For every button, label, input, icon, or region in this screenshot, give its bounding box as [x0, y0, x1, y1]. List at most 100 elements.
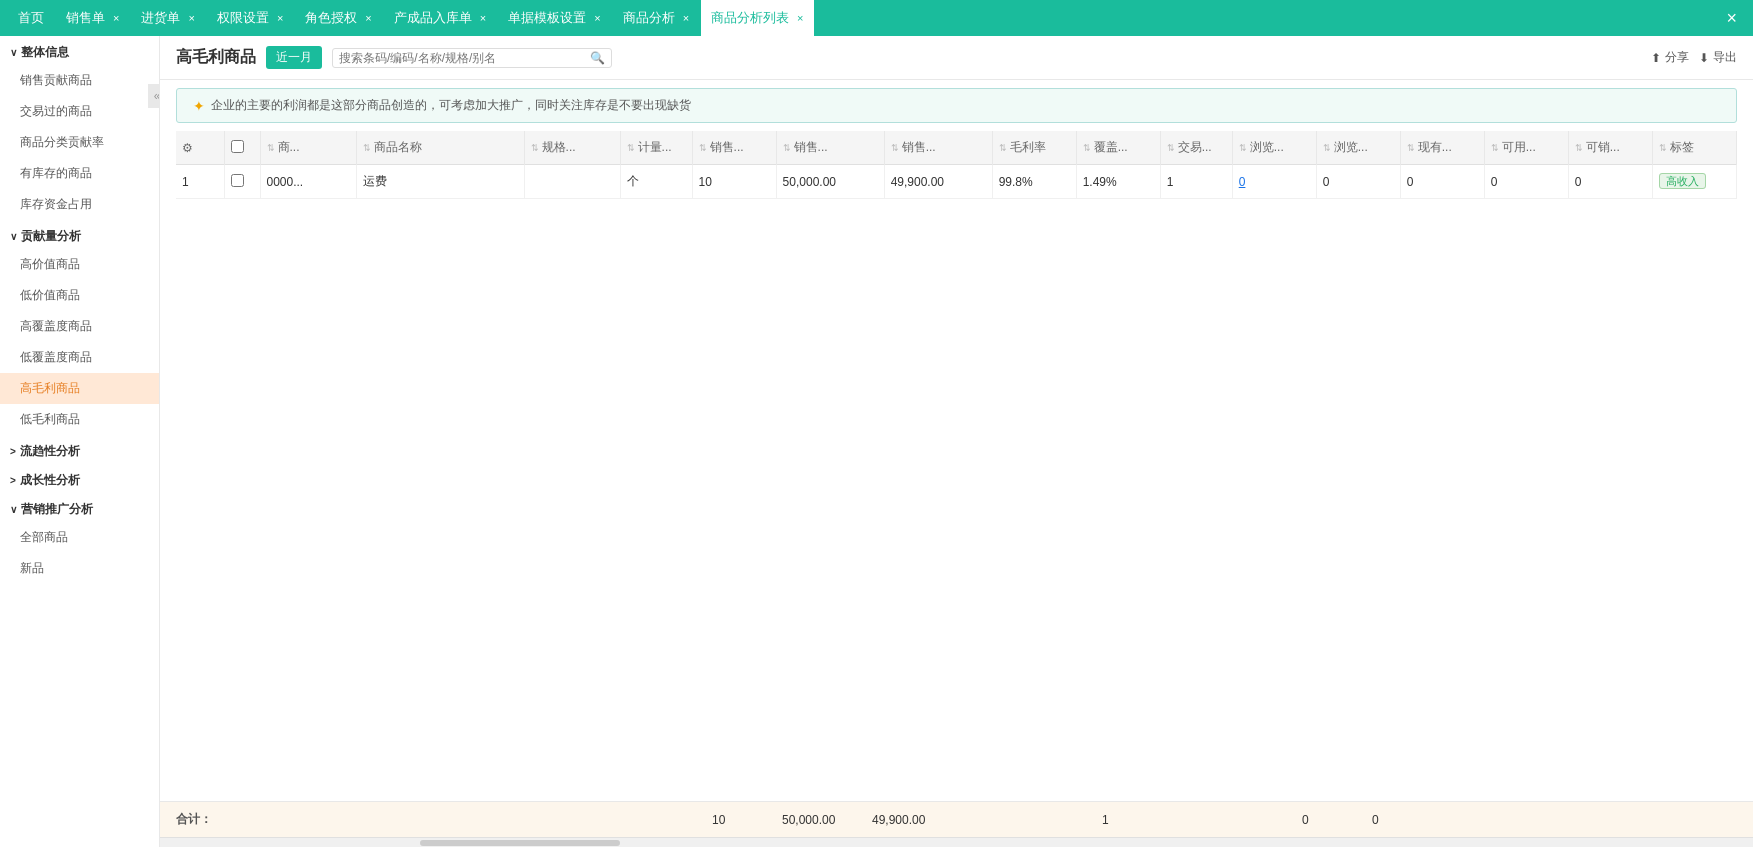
- sidebar-item-0-2[interactable]: 商品分类贡献率: [0, 127, 159, 158]
- top-navigation: 首页销售单×进货单×权限设置×角色授权×产成品入库单×单据模板设置×商品分析×商…: [0, 0, 1753, 36]
- col-header-code[interactable]: ⇅商...: [260, 131, 356, 165]
- footer-cell-7: 50,000.00: [776, 813, 866, 827]
- col-sort-icon: ⇅: [1167, 143, 1175, 153]
- col-header-sales_qty[interactable]: ⇅销售...: [692, 131, 776, 165]
- cell-code: 0000...: [260, 165, 356, 199]
- info-icon: ✦: [193, 98, 205, 114]
- sidebar-collapse-button[interactable]: «: [148, 84, 160, 108]
- col-header-sales_amount[interactable]: ⇅销售...: [776, 131, 884, 165]
- col-header-gross_margin[interactable]: ⇅毛利率: [992, 131, 1076, 165]
- cell-checkbox: [224, 165, 260, 199]
- horizontal-scrollbar[interactable]: [160, 837, 1753, 847]
- arrow-icon: >: [10, 475, 16, 486]
- col-header-browse1[interactable]: ⇅浏览...: [1232, 131, 1316, 165]
- col-header-settings: ⚙: [176, 131, 224, 165]
- row-checkbox[interactable]: [231, 174, 244, 187]
- cell-saleable_stock: 0: [1568, 165, 1652, 199]
- cell-current_stock: 0: [1400, 165, 1484, 199]
- col-header-unit[interactable]: ⇅计量...: [620, 131, 692, 165]
- cell-trade: 1: [1160, 165, 1232, 199]
- nav-item-8[interactable]: 商品分析列表×: [701, 0, 813, 36]
- nav-close-3[interactable]: ×: [277, 12, 283, 24]
- export-button[interactable]: ⬇ 导出: [1699, 49, 1737, 66]
- sidebar-group-2[interactable]: >流趋性分析: [0, 435, 159, 464]
- col-header-trade[interactable]: ⇅交易...: [1160, 131, 1232, 165]
- nav-item-4[interactable]: 角色授权×: [295, 0, 381, 36]
- nav-close-6[interactable]: ×: [594, 12, 600, 24]
- header-actions: ⬆ 分享 ⬇ 导出: [1651, 49, 1737, 66]
- sidebar-item-4-0[interactable]: 全部商品: [0, 522, 159, 553]
- col-header-checkbox: [224, 131, 260, 165]
- cell-spec: [524, 165, 620, 199]
- search-box: 🔍: [332, 48, 612, 68]
- cell-gross_margin: 99.8%: [992, 165, 1076, 199]
- col-header-spec[interactable]: ⇅规格...: [524, 131, 620, 165]
- sidebar-item-1-0[interactable]: 高价值商品: [0, 249, 159, 280]
- cell-browse1: 0: [1232, 165, 1316, 199]
- nav-item-3[interactable]: 权限设置×: [207, 0, 293, 36]
- filter-month-button[interactable]: 近一月: [266, 46, 322, 69]
- footer-cell-9: [956, 813, 1026, 827]
- close-all-tabs-button[interactable]: ×: [1718, 8, 1745, 29]
- nav-item-2[interactable]: 进货单×: [131, 0, 204, 36]
- nav-item-5[interactable]: 产成品入库单×: [384, 0, 496, 36]
- cell-available_stock: 0: [1484, 165, 1568, 199]
- nav-item-1[interactable]: 销售单×: [56, 0, 129, 36]
- cell-coverage: 1.49%: [1076, 165, 1160, 199]
- sidebar-item-4-1[interactable]: 新品: [0, 553, 159, 584]
- search-input[interactable]: [339, 51, 586, 65]
- sidebar-item-0-1[interactable]: 交易过的商品: [0, 96, 159, 127]
- nav-close-5[interactable]: ×: [480, 12, 486, 24]
- nav-item-0[interactable]: 首页: [8, 0, 54, 36]
- cell-sales_amount: 50,000.00: [776, 165, 884, 199]
- nav-close-2[interactable]: ×: [188, 12, 194, 24]
- col-sort-icon: ⇅: [1323, 143, 1331, 153]
- info-banner: ✦ 企业的主要的利润都是这部分商品创造的，可考虑加大推广，同时关注库存是不要出现…: [176, 88, 1737, 123]
- cell-browse2: 0: [1316, 165, 1400, 199]
- col-header-sales_cost[interactable]: ⇅销售...: [884, 131, 992, 165]
- content-header: 高毛利商品 近一月 🔍 ⬆ 分享 ⬇ 导出: [160, 36, 1753, 80]
- col-header-name[interactable]: ⇅商品名称: [356, 131, 524, 165]
- tag-badge: 高收入: [1659, 173, 1706, 189]
- footer-cell-14: 0: [1296, 813, 1366, 827]
- col-header-current_stock[interactable]: ⇅现有...: [1400, 131, 1484, 165]
- sidebar-group-0[interactable]: ∨整体信息: [0, 36, 159, 65]
- col-sort-icon: ⇅: [267, 143, 275, 153]
- col-sort-icon: ⇅: [627, 143, 635, 153]
- col-header-saleable_stock[interactable]: ⇅可销...: [1568, 131, 1652, 165]
- footer-cell-16: [1436, 813, 1506, 827]
- browse1-link[interactable]: 0: [1239, 175, 1246, 189]
- footer-cell-11: 1: [1096, 813, 1156, 827]
- nav-close-4[interactable]: ×: [365, 12, 371, 24]
- sidebar-item-0-3[interactable]: 有库存的商品: [0, 158, 159, 189]
- cell-name: 运费: [356, 165, 524, 199]
- sidebar-item-1-4[interactable]: 高毛利商品: [0, 373, 159, 404]
- sidebar-group-4[interactable]: ∨营销推广分析: [0, 493, 159, 522]
- settings-icon[interactable]: ⚙: [182, 141, 193, 155]
- nav-close-7[interactable]: ×: [683, 12, 689, 24]
- sidebar-item-1-5[interactable]: 低毛利商品: [0, 404, 159, 435]
- col-header-tag[interactable]: ⇅标签: [1652, 131, 1736, 165]
- sidebar-item-0-4[interactable]: 库存资金占用: [0, 189, 159, 220]
- nav-item-6[interactable]: 单据模板设置×: [498, 0, 610, 36]
- select-all-checkbox[interactable]: [231, 140, 244, 153]
- scrollbar-thumb[interactable]: [420, 840, 620, 846]
- nav-close-1[interactable]: ×: [113, 12, 119, 24]
- table-row: 10000...运费个1050,000.0049,900.0099.8%1.49…: [176, 165, 1737, 199]
- sidebar-item-0-0[interactable]: 销售贡献商品: [0, 65, 159, 96]
- search-icon[interactable]: 🔍: [590, 51, 605, 65]
- sidebar-item-1-1[interactable]: 低价值商品: [0, 280, 159, 311]
- sidebar-item-1-2[interactable]: 高覆盖度商品: [0, 311, 159, 342]
- nav-close-8[interactable]: ×: [797, 12, 803, 24]
- nav-item-7[interactable]: 商品分析×: [613, 0, 699, 36]
- share-button[interactable]: ⬆ 分享: [1651, 49, 1689, 66]
- col-header-available_stock[interactable]: ⇅可用...: [1484, 131, 1568, 165]
- footer-cell-3: [426, 813, 566, 827]
- col-header-browse2[interactable]: ⇅浏览...: [1316, 131, 1400, 165]
- sidebar-group-1[interactable]: ∨贡献量分析: [0, 220, 159, 249]
- sidebar-group-3[interactable]: >成长性分析: [0, 464, 159, 493]
- sidebar-item-1-3[interactable]: 低覆盖度商品: [0, 342, 159, 373]
- table-body: 10000...运费个1050,000.0049,900.0099.8%1.49…: [176, 165, 1737, 199]
- col-header-coverage[interactable]: ⇅覆盖...: [1076, 131, 1160, 165]
- col-sort-icon: ⇅: [699, 143, 707, 153]
